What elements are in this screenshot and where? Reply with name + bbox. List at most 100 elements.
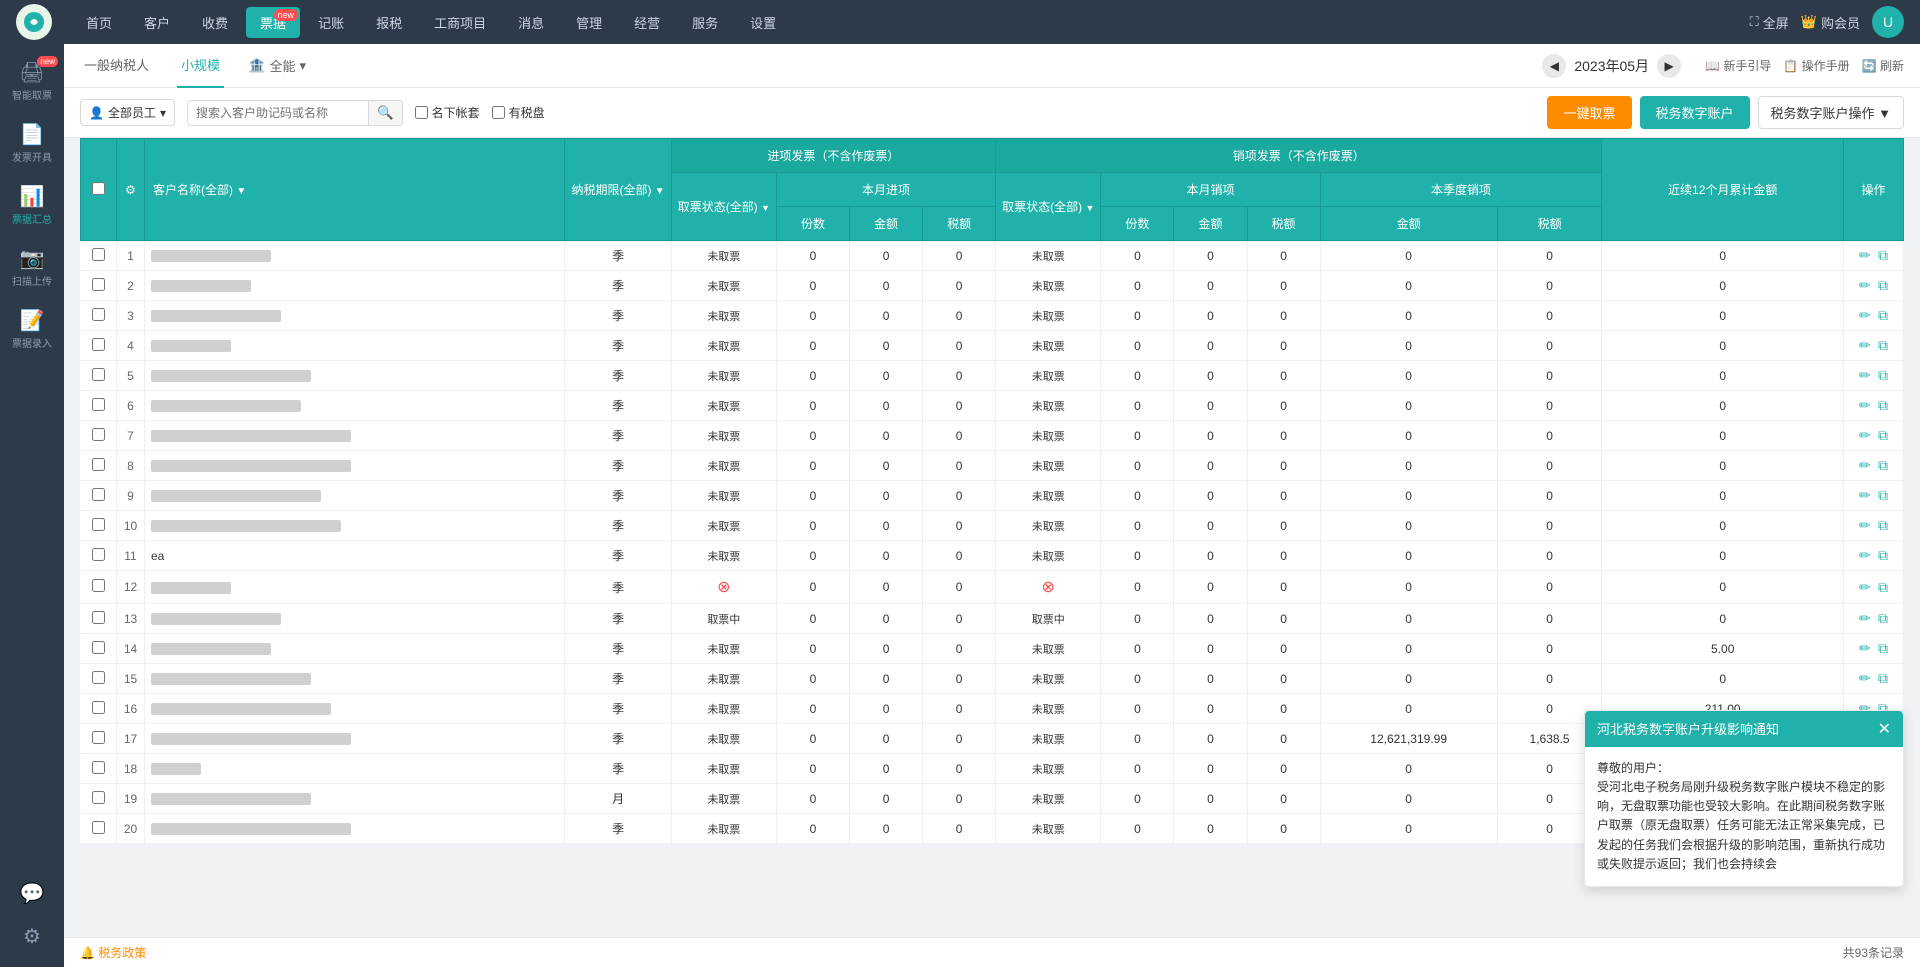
- one-key-ticket-button[interactable]: 一键取票: [1547, 96, 1631, 129]
- edit-button[interactable]: ✏: [1859, 610, 1871, 626]
- sidebar-item-summary[interactable]: 📊 票据汇总: [0, 176, 64, 234]
- filter-customer-icon[interactable]: ▼: [236, 186, 246, 197]
- settings-col-icon[interactable]: ⚙: [125, 183, 136, 197]
- copy-button[interactable]: ⧉: [1878, 427, 1888, 443]
- nav-customer[interactable]: 客户: [130, 7, 184, 38]
- nav-bookkeeping[interactable]: 记账: [304, 7, 358, 38]
- row-checkbox[interactable]: [81, 784, 117, 814]
- row-checkbox[interactable]: [81, 451, 117, 481]
- edit-button[interactable]: ✏: [1859, 397, 1871, 413]
- copy-button[interactable]: ⧉: [1878, 367, 1888, 383]
- nav-settings[interactable]: 设置: [736, 7, 790, 38]
- row-checkbox[interactable]: [81, 361, 117, 391]
- nav-operation[interactable]: 经营: [620, 7, 674, 38]
- in-status-badge: 未取票: [707, 821, 740, 837]
- fullscreen-button[interactable]: ⛶ 全屏: [1750, 13, 1789, 32]
- copy-button[interactable]: ⧉: [1878, 457, 1888, 473]
- edit-button[interactable]: ✏: [1859, 640, 1871, 656]
- copy-button[interactable]: ⧉: [1878, 247, 1888, 263]
- filter-period-icon[interactable]: ▼: [655, 186, 665, 197]
- tax-digital-account-button[interactable]: 税务数字账户: [1640, 96, 1750, 129]
- row-checkbox[interactable]: [81, 604, 117, 634]
- checkbox-account[interactable]: 名下帐套: [415, 104, 480, 121]
- copy-button[interactable]: ⧉: [1878, 579, 1888, 595]
- row-checkbox[interactable]: [81, 754, 117, 784]
- tax-digital-account-ops-button[interactable]: 税务数字账户操作 ▼: [1758, 96, 1904, 129]
- sidebar-item-scan[interactable]: 📷 扫描上传: [0, 238, 64, 296]
- edit-button[interactable]: ✏: [1859, 367, 1871, 383]
- sidebar-item-invoice[interactable]: 📄 发票开具: [0, 114, 64, 172]
- refresh-button[interactable]: 🔄 刷新: [1862, 57, 1904, 74]
- row-checkbox[interactable]: [81, 511, 117, 541]
- copy-button[interactable]: ⧉: [1878, 397, 1888, 413]
- copy-button[interactable]: ⧉: [1878, 670, 1888, 686]
- user-avatar[interactable]: U: [1872, 6, 1904, 38]
- employee-select[interactable]: 👤 全部员工 ▾: [80, 99, 175, 126]
- row-checkbox[interactable]: [81, 241, 117, 271]
- filter-in-status-icon[interactable]: ▼: [761, 203, 770, 213]
- edit-button[interactable]: ✏: [1859, 517, 1871, 533]
- edit-button[interactable]: ✏: [1859, 457, 1871, 473]
- copy-button[interactable]: ⧉: [1878, 487, 1888, 503]
- row-checkbox[interactable]: [81, 814, 117, 844]
- copy-button[interactable]: ⧉: [1878, 337, 1888, 353]
- search-input[interactable]: [188, 102, 368, 124]
- period-cell: 季: [565, 634, 671, 664]
- tab-all[interactable]: 🏦 全能 ▾: [248, 56, 306, 75]
- sidebar-item-smart-ticket[interactable]: 🖨 智能取票 new: [0, 52, 64, 110]
- copy-button[interactable]: ⧉: [1878, 547, 1888, 563]
- nav-manage[interactable]: 管理: [562, 7, 616, 38]
- edit-button[interactable]: ✏: [1859, 670, 1871, 686]
- search-button[interactable]: 🔍: [368, 101, 402, 125]
- edit-button[interactable]: ✏: [1859, 307, 1871, 323]
- copy-button[interactable]: ⧉: [1878, 307, 1888, 323]
- copy-button[interactable]: ⧉: [1878, 610, 1888, 626]
- nav-ticket[interactable]: 票据 new: [246, 7, 300, 38]
- tab-small-scale[interactable]: 小规模: [177, 44, 224, 88]
- edit-button[interactable]: ✏: [1859, 579, 1871, 595]
- sidebar-item-entry[interactable]: 📝 票据录入: [0, 300, 64, 358]
- nav-fee[interactable]: 收费: [188, 7, 242, 38]
- tab-general-taxpayer[interactable]: 一般纳税人: [80, 44, 153, 88]
- edit-button[interactable]: ✏: [1859, 487, 1871, 503]
- nav-home[interactable]: 首页: [72, 7, 126, 38]
- row-checkbox[interactable]: [81, 694, 117, 724]
- row-checkbox[interactable]: [81, 634, 117, 664]
- row-checkbox[interactable]: [81, 331, 117, 361]
- row-checkbox[interactable]: [81, 271, 117, 301]
- guide-button[interactable]: 📖 新手引导: [1705, 57, 1771, 74]
- copy-button[interactable]: ⧉: [1878, 640, 1888, 656]
- prev-month-button[interactable]: ◀: [1542, 54, 1566, 78]
- edit-button[interactable]: ✏: [1859, 337, 1871, 353]
- copy-button[interactable]: ⧉: [1878, 517, 1888, 533]
- nav-business[interactable]: 工商项目: [420, 7, 500, 38]
- filter-out-status-icon[interactable]: ▼: [1085, 203, 1094, 213]
- row-checkbox[interactable]: [81, 301, 117, 331]
- row-checkbox[interactable]: [81, 421, 117, 451]
- manual-button[interactable]: 📋 操作手册: [1783, 57, 1849, 74]
- vip-button[interactable]: 👑 购会员: [1801, 13, 1860, 32]
- row-checkbox[interactable]: [81, 664, 117, 694]
- row-checkbox[interactable]: [81, 571, 117, 604]
- row-checkbox[interactable]: [81, 481, 117, 511]
- row-checkbox[interactable]: [81, 724, 117, 754]
- sidebar-item-settings[interactable]: ⚙: [16, 916, 49, 959]
- nav-tax[interactable]: 报税: [362, 7, 416, 38]
- sidebar-item-chat[interactable]: 💬: [16, 873, 49, 916]
- row-checkbox[interactable]: [81, 541, 117, 571]
- in-count-cell: 0: [776, 784, 849, 814]
- edit-button[interactable]: ✏: [1859, 277, 1871, 293]
- checkbox-tax-disk[interactable]: 有税盘: [492, 104, 545, 121]
- row-checkbox[interactable]: [81, 391, 117, 421]
- select-all-checkbox[interactable]: [92, 182, 105, 195]
- edit-button[interactable]: ✏: [1859, 547, 1871, 563]
- tax-policy-link[interactable]: 🔔 税务政策: [80, 944, 146, 961]
- edit-button[interactable]: ✏: [1859, 427, 1871, 443]
- copy-button[interactable]: ⧉: [1878, 277, 1888, 293]
- action-cell: ✏ ⧉: [1844, 331, 1904, 361]
- nav-message[interactable]: 消息: [504, 7, 558, 38]
- nav-service[interactable]: 服务: [678, 7, 732, 38]
- next-month-button[interactable]: ▶: [1657, 54, 1681, 78]
- edit-button[interactable]: ✏: [1859, 247, 1871, 263]
- notification-close-button[interactable]: ✕: [1878, 719, 1891, 739]
